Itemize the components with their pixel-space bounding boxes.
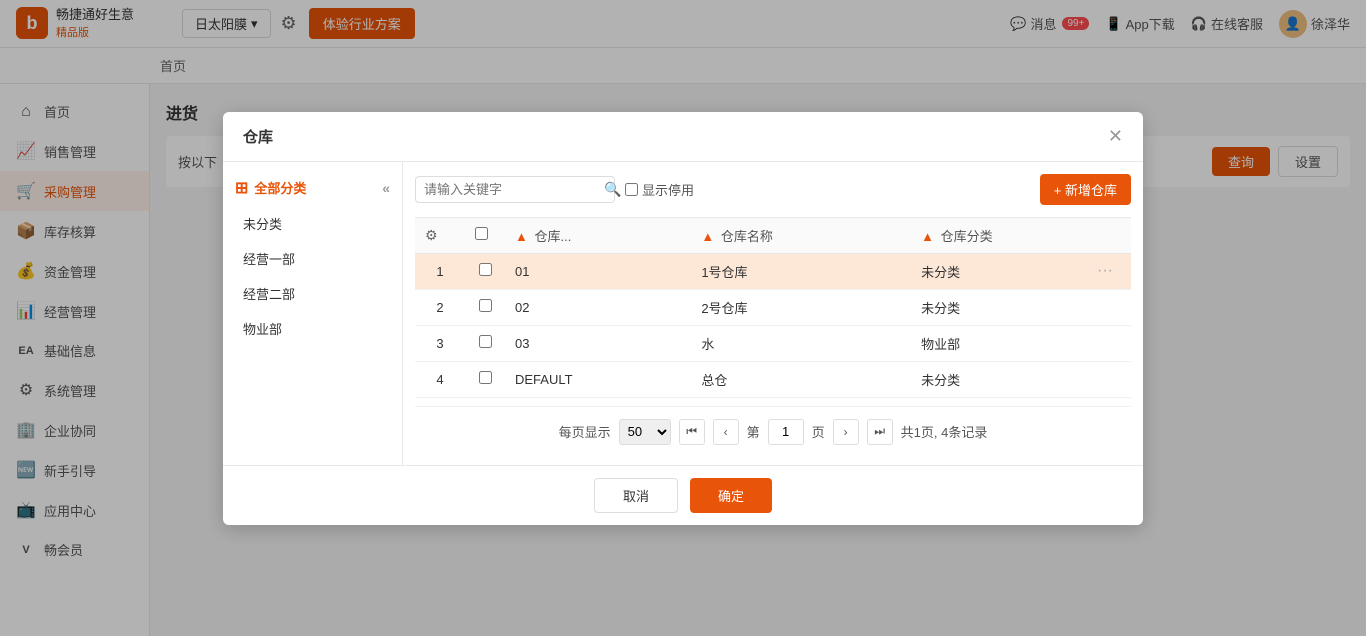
- confirm-button[interactable]: 确定: [690, 478, 772, 513]
- dsidebar-header: ⊞ 全部分类 «: [223, 170, 402, 206]
- table-container: ⚙ ▲ 仓库... ▲: [415, 217, 1131, 398]
- search-input-wrap: 🔍: [415, 176, 615, 203]
- row-category: 物业部: [911, 325, 1131, 361]
- table-row[interactable]: 1 01 1号仓库 未分类···: [415, 253, 1131, 289]
- dialog-main: 🔍 显示停用 + 新增仓库 ⚙: [403, 162, 1143, 465]
- row-category: 未分类: [911, 361, 1131, 397]
- row-code: DEFAULT: [505, 361, 691, 397]
- row-code: 01: [505, 253, 691, 289]
- row-name: 1号仓库: [691, 253, 911, 289]
- page-summary: 共1页, 4条记录: [901, 422, 988, 441]
- warehouse-dialog: 仓库 ✕ ⊞ 全部分类 « 未分类 经营一部 经营二部 物业部: [223, 112, 1143, 525]
- dialog-toolbar: 🔍 显示停用 + 新增仓库: [415, 174, 1131, 205]
- warehouse-table: ⚙ ▲ 仓库... ▲: [415, 217, 1131, 398]
- next-page-btn[interactable]: ›: [833, 419, 859, 445]
- sidebar-collapse-icon[interactable]: «: [382, 180, 390, 196]
- col-header-code: ▲ 仓库...: [505, 217, 691, 253]
- page-label: 第: [747, 422, 760, 441]
- row-no: 2: [415, 289, 465, 325]
- category-item-ops1[interactable]: 经营一部: [223, 241, 402, 276]
- select-all-checkbox[interactable]: [475, 227, 488, 240]
- category-item-ops2[interactable]: 经营二部: [223, 276, 402, 311]
- per-page-label: 每页显示: [559, 422, 611, 441]
- row-category: 未分类···: [911, 253, 1131, 289]
- search-input[interactable]: [424, 182, 600, 197]
- col-header-check: [465, 217, 505, 253]
- dialog-category-sidebar: ⊞ 全部分类 « 未分类 经营一部 经营二部 物业部: [223, 162, 403, 465]
- row-check[interactable]: [465, 361, 505, 397]
- pagination: 每页显示 50 100 ⏮ ‹ 第 页 › ⏭ 共1页, 4条记录: [415, 406, 1131, 453]
- more-icon[interactable]: ···: [1097, 262, 1113, 280]
- row-code: 02: [505, 289, 691, 325]
- page-input[interactable]: [768, 419, 804, 445]
- col-header-category: ▲ 仓库分类: [911, 217, 1131, 253]
- sort-icon-cat: ▲: [921, 229, 934, 244]
- grid-icon: ⊞: [235, 178, 248, 198]
- show-disabled-label: 显示停用: [642, 180, 694, 199]
- gear-icon[interactable]: ⚙: [425, 227, 438, 243]
- row-category: 未分类: [911, 289, 1131, 325]
- dialog-header: 仓库 ✕: [223, 112, 1143, 162]
- table-row[interactable]: 2 02 2号仓库 未分类: [415, 289, 1131, 325]
- row-name: 总仓: [691, 361, 911, 397]
- dialog-body: ⊞ 全部分类 « 未分类 经营一部 经营二部 物业部 🔍: [223, 162, 1143, 465]
- per-page-select[interactable]: 50 100: [619, 419, 671, 445]
- row-no: 1: [415, 253, 465, 289]
- row-checkbox[interactable]: [479, 299, 492, 312]
- col-header-name: ▲ 仓库名称: [691, 217, 911, 253]
- add-warehouse-button[interactable]: + 新增仓库: [1040, 174, 1131, 205]
- category-item-uncat[interactable]: 未分类: [223, 206, 402, 241]
- first-page-btn[interactable]: ⏮: [679, 419, 705, 445]
- show-disabled-checkbox[interactable]: [625, 183, 638, 196]
- cancel-button[interactable]: 取消: [594, 478, 678, 513]
- dialog-footer: 取消 确定: [223, 465, 1143, 525]
- row-name: 水: [691, 325, 911, 361]
- last-page-btn[interactable]: ⏭: [867, 419, 893, 445]
- sort-icon-name: ▲: [701, 229, 714, 244]
- row-name: 2号仓库: [691, 289, 911, 325]
- dsidebar-title: 全部分类: [254, 178, 306, 197]
- modal-overlay: 仓库 ✕ ⊞ 全部分类 « 未分类 经营一部 经营二部 物业部: [0, 0, 1366, 636]
- page-suffix: 页: [812, 422, 825, 441]
- row-checkbox[interactable]: [479, 263, 492, 276]
- row-checkbox[interactable]: [479, 371, 492, 384]
- row-code: 03: [505, 325, 691, 361]
- row-no: 3: [415, 325, 465, 361]
- col-header-gear: ⚙: [415, 217, 465, 253]
- row-no: 4: [415, 361, 465, 397]
- row-check[interactable]: [465, 325, 505, 361]
- dialog-close-button[interactable]: ✕: [1108, 126, 1123, 147]
- row-check[interactable]: [465, 253, 505, 289]
- sort-icon: ▲: [515, 229, 528, 244]
- row-check[interactable]: [465, 289, 505, 325]
- search-icon: 🔍: [604, 181, 621, 198]
- row-checkbox[interactable]: [479, 335, 492, 348]
- table-row[interactable]: 4 DEFAULT 总仓 未分类: [415, 361, 1131, 397]
- category-item-property[interactable]: 物业部: [223, 311, 402, 346]
- show-disabled-wrap: 显示停用: [625, 180, 694, 199]
- table-row[interactable]: 3 03 水 物业部: [415, 325, 1131, 361]
- prev-page-btn[interactable]: ‹: [713, 419, 739, 445]
- dialog-title: 仓库: [243, 126, 273, 147]
